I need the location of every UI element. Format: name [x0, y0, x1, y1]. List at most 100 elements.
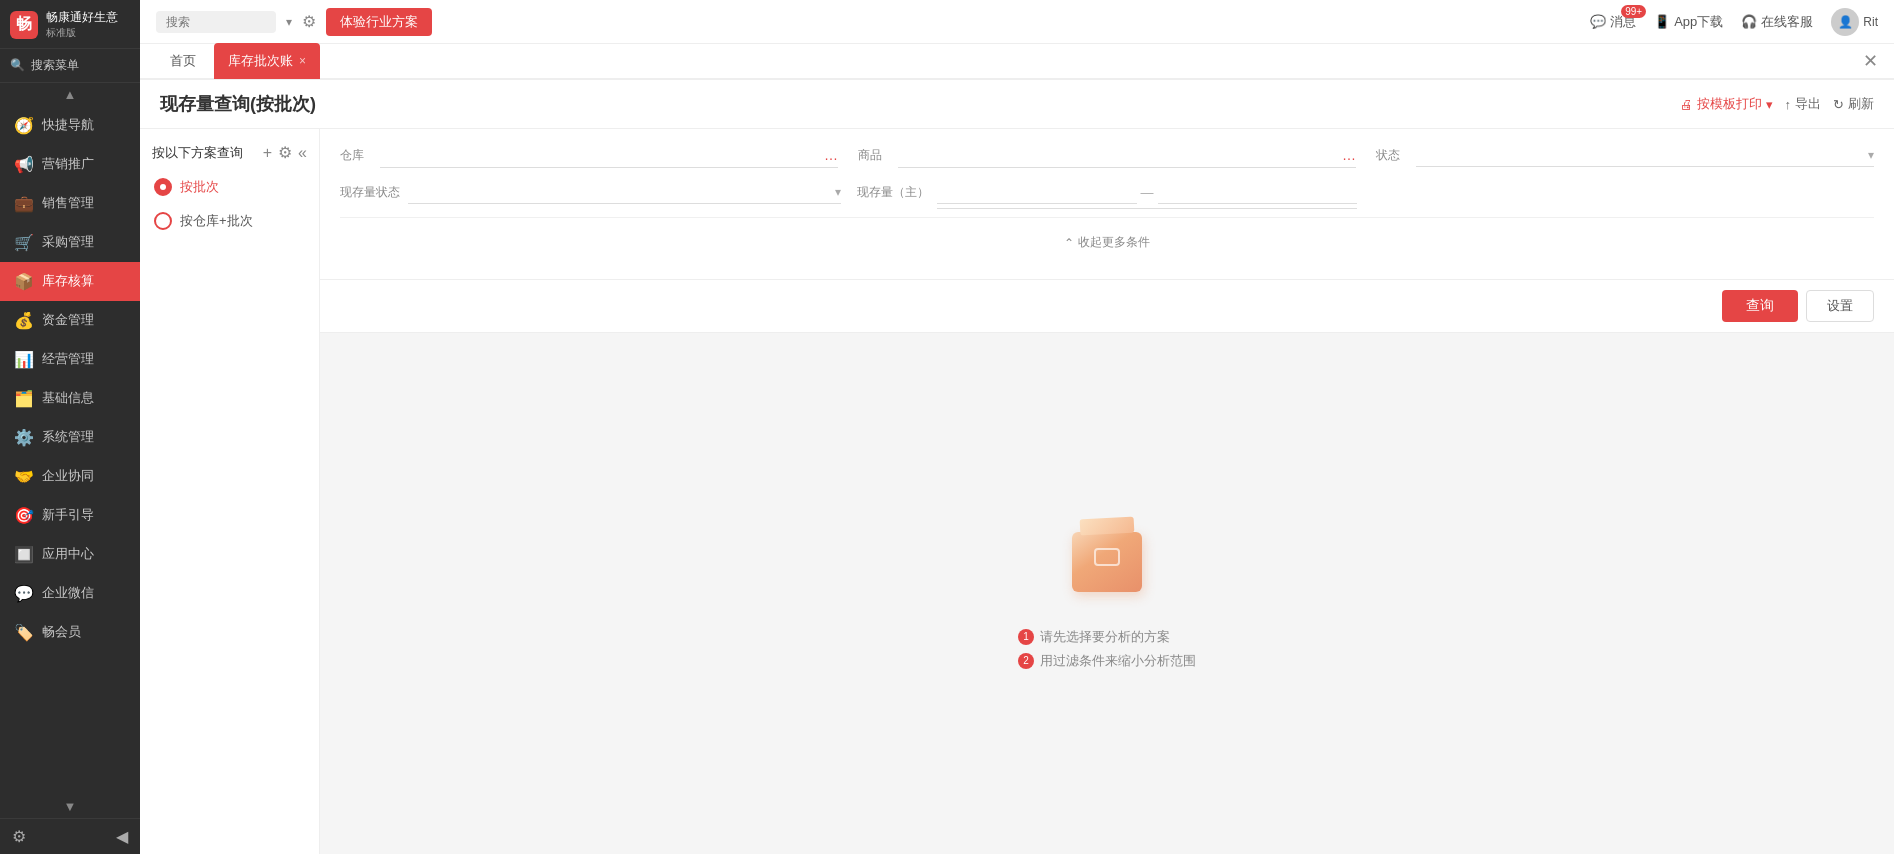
sidebar-item-purchase[interactable]: 🛒 采购管理 [0, 223, 140, 262]
stock-status-control[interactable]: ▾ [408, 181, 841, 204]
app-title: 畅康通好生意 [46, 10, 118, 26]
stock-qty-dash: — [1141, 185, 1154, 200]
collapse-row: ⌃ 收起更多条件 [340, 217, 1874, 271]
filter-grid-row1: 仓库 … 商品 … [340, 143, 1874, 168]
topbar-gear-btn[interactable]: ⚙ [302, 12, 316, 31]
sidebar-item-system[interactable]: ⚙️ 系统管理 [0, 418, 140, 457]
trial-industry-btn[interactable]: 体验行业方案 [326, 8, 432, 36]
sidebar-item-appstore[interactable]: 🔲 应用中心 [0, 535, 140, 574]
sidebar: 畅 畅康通好生意 标准版 🔍 搜索菜单 ▲ 🧭 快捷导航 📢 营销推广 💼 销售… [0, 0, 140, 854]
page-title: 现存量查询(按批次) [160, 92, 316, 116]
page-header: 现存量查询(按批次) 🖨 按模板打印 ▾ ↑ 导出 ↻ 刷新 [140, 80, 1894, 129]
filter-row2: 现存量状态 ▾ 现存量（主） — [340, 176, 1874, 209]
basic-icon: 🗂️ [14, 389, 34, 408]
sidebar-item-label: 采购管理 [42, 233, 94, 251]
stock-qty-control: — [937, 176, 1358, 209]
status-control[interactable]: ▾ [1416, 144, 1874, 167]
tip-num-1: 1 [1018, 629, 1034, 645]
sidebar-item-label: 系统管理 [42, 428, 94, 446]
tabbar-close-btn[interactable]: ✕ [1863, 50, 1878, 72]
shortcut-icon: 🧭 [14, 116, 34, 135]
export-btn[interactable]: ↑ 导出 [1785, 95, 1822, 113]
tab-home[interactable]: 首页 [156, 43, 210, 79]
warehouse-more-icon[interactable]: … [824, 147, 838, 163]
sidebar-item-label: 应用中心 [42, 545, 94, 563]
scheme-panel-title: 按以下方案查询 [152, 144, 243, 162]
scheme-dot-by-batch [154, 178, 172, 196]
user-profile-btn[interactable]: 👤 Rit [1831, 8, 1878, 36]
app-download-btn[interactable]: 📱 App下载 [1654, 13, 1723, 31]
sidebar-item-inventory[interactable]: 📦 库存核算 [0, 262, 140, 301]
sidebar-item-marketing[interactable]: 📢 营销推广 [0, 145, 140, 184]
template-print-btn[interactable]: 🖨 按模板打印 ▾ [1680, 95, 1773, 113]
goods-more-icon[interactable]: … [1342, 147, 1356, 163]
action-buttons-row: 查询 设置 [320, 280, 1894, 333]
main-right: 仓库 … 商品 … [320, 129, 1894, 854]
headset-icon: 🎧 [1741, 14, 1757, 29]
tab-close-icon[interactable]: × [299, 54, 306, 68]
sidebar-item-finance[interactable]: 💰 资金管理 [0, 301, 140, 340]
add-scheme-btn[interactable]: + [263, 144, 272, 162]
topbar: ▾ ⚙ 体验行业方案 💬 消息 99+ 📱 App下载 🎧 在线客服 👤 Rit [140, 0, 1894, 44]
sidebar-item-wechat[interactable]: 💬 企业微信 [0, 574, 140, 613]
printer-icon: 🖨 [1680, 97, 1693, 112]
sidebar-item-label: 畅会员 [42, 623, 81, 641]
sidebar-item-member[interactable]: 🏷️ 畅会员 [0, 613, 140, 652]
settings-scheme-btn[interactable]: ⚙ [278, 143, 292, 162]
dropdown-btn[interactable]: ▾ [286, 15, 292, 29]
username: Rit [1863, 15, 1878, 29]
app-subtitle: 标准版 [46, 26, 118, 40]
tab-inventory-batch[interactable]: 库存批次账 × [214, 43, 320, 79]
sales-icon: 💼 [14, 194, 34, 213]
stock-qty-from[interactable] [937, 180, 1137, 204]
online-service-btn[interactable]: 🎧 在线客服 [1741, 13, 1813, 31]
messages-btn[interactable]: 💬 消息 99+ [1590, 13, 1636, 31]
scroll-up-btn[interactable]: ▲ [0, 83, 140, 106]
settings-btn[interactable]: 设置 [1806, 290, 1874, 322]
sidebar-item-label: 营销推广 [42, 155, 94, 173]
dropdown-arrow-icon: ▾ [1766, 97, 1773, 112]
sidebar-item-label: 新手引导 [42, 506, 94, 524]
inventory-icon: 📦 [14, 272, 34, 291]
breadcrumb-input[interactable] [156, 11, 276, 33]
search-menu-item[interactable]: 🔍 搜索菜单 [0, 49, 140, 83]
sidebar-item-label: 快捷导航 [42, 116, 94, 134]
scheme-panel-header-actions: + ⚙ « [263, 143, 307, 162]
filter-warehouse: 仓库 … [340, 143, 838, 168]
sidebar-item-shortcut[interactable]: 🧭 快捷导航 [0, 106, 140, 145]
stock-status-arrow-icon: ▾ [835, 185, 841, 199]
newbie-icon: 🎯 [14, 506, 34, 525]
stock-qty-to[interactable] [1158, 180, 1358, 204]
search-menu-label: 搜索菜单 [31, 57, 79, 74]
scheme-panel-header: 按以下方案查询 + ⚙ « [140, 139, 319, 170]
filter-goods: 商品 … [858, 143, 1356, 168]
collapse-more-btn[interactable]: ⌃ 收起更多条件 [1064, 230, 1150, 255]
sidebar-item-sales[interactable]: 💼 销售管理 [0, 184, 140, 223]
status-arrow-icon: ▾ [1868, 148, 1874, 162]
refresh-btn[interactable]: ↻ 刷新 [1833, 95, 1874, 113]
query-btn[interactable]: 查询 [1722, 290, 1798, 322]
sidebar-item-operations[interactable]: 📊 经营管理 [0, 340, 140, 379]
settings-icon[interactable]: ⚙ [12, 827, 26, 846]
collapse-scheme-btn[interactable]: « [298, 144, 307, 162]
appstore-icon: 🔲 [14, 545, 34, 564]
sidebar-header: 畅 畅康通好生意 标准版 [0, 0, 140, 49]
scheme-item-by-warehouse-batch[interactable]: 按仓库+批次 [140, 204, 319, 238]
message-icon: 💬 [1590, 14, 1606, 29]
empty-tips: 1 请先选择要分析的方案 2 用过滤条件来缩小分析范围 [1018, 628, 1196, 676]
sidebar-item-newbie[interactable]: 🎯 新手引导 [0, 496, 140, 535]
sidebar-item-label: 资金管理 [42, 311, 94, 329]
main-area: ▾ ⚙ 体验行业方案 💬 消息 99+ 📱 App下载 🎧 在线客服 👤 Rit [140, 0, 1894, 854]
goods-label: 商品 [858, 147, 890, 164]
collapse-sidebar-icon[interactable]: ◀ [116, 827, 128, 846]
sidebar-item-enterprise[interactable]: 🤝 企业协同 [0, 457, 140, 496]
operations-icon: 📊 [14, 350, 34, 369]
scroll-down-btn[interactable]: ▼ [0, 795, 140, 818]
stock-status-label: 现存量状态 [340, 184, 400, 201]
sidebar-item-basic[interactable]: 🗂️ 基础信息 [0, 379, 140, 418]
filter-status: 状态 ▾ [1376, 143, 1874, 168]
scheme-dot-by-warehouse-batch [154, 212, 172, 230]
scheme-item-by-batch[interactable]: 按批次 [140, 170, 319, 204]
tabbar: 首页 库存批次账 × ✕ [140, 44, 1894, 80]
tab-home-label: 首页 [170, 52, 196, 70]
